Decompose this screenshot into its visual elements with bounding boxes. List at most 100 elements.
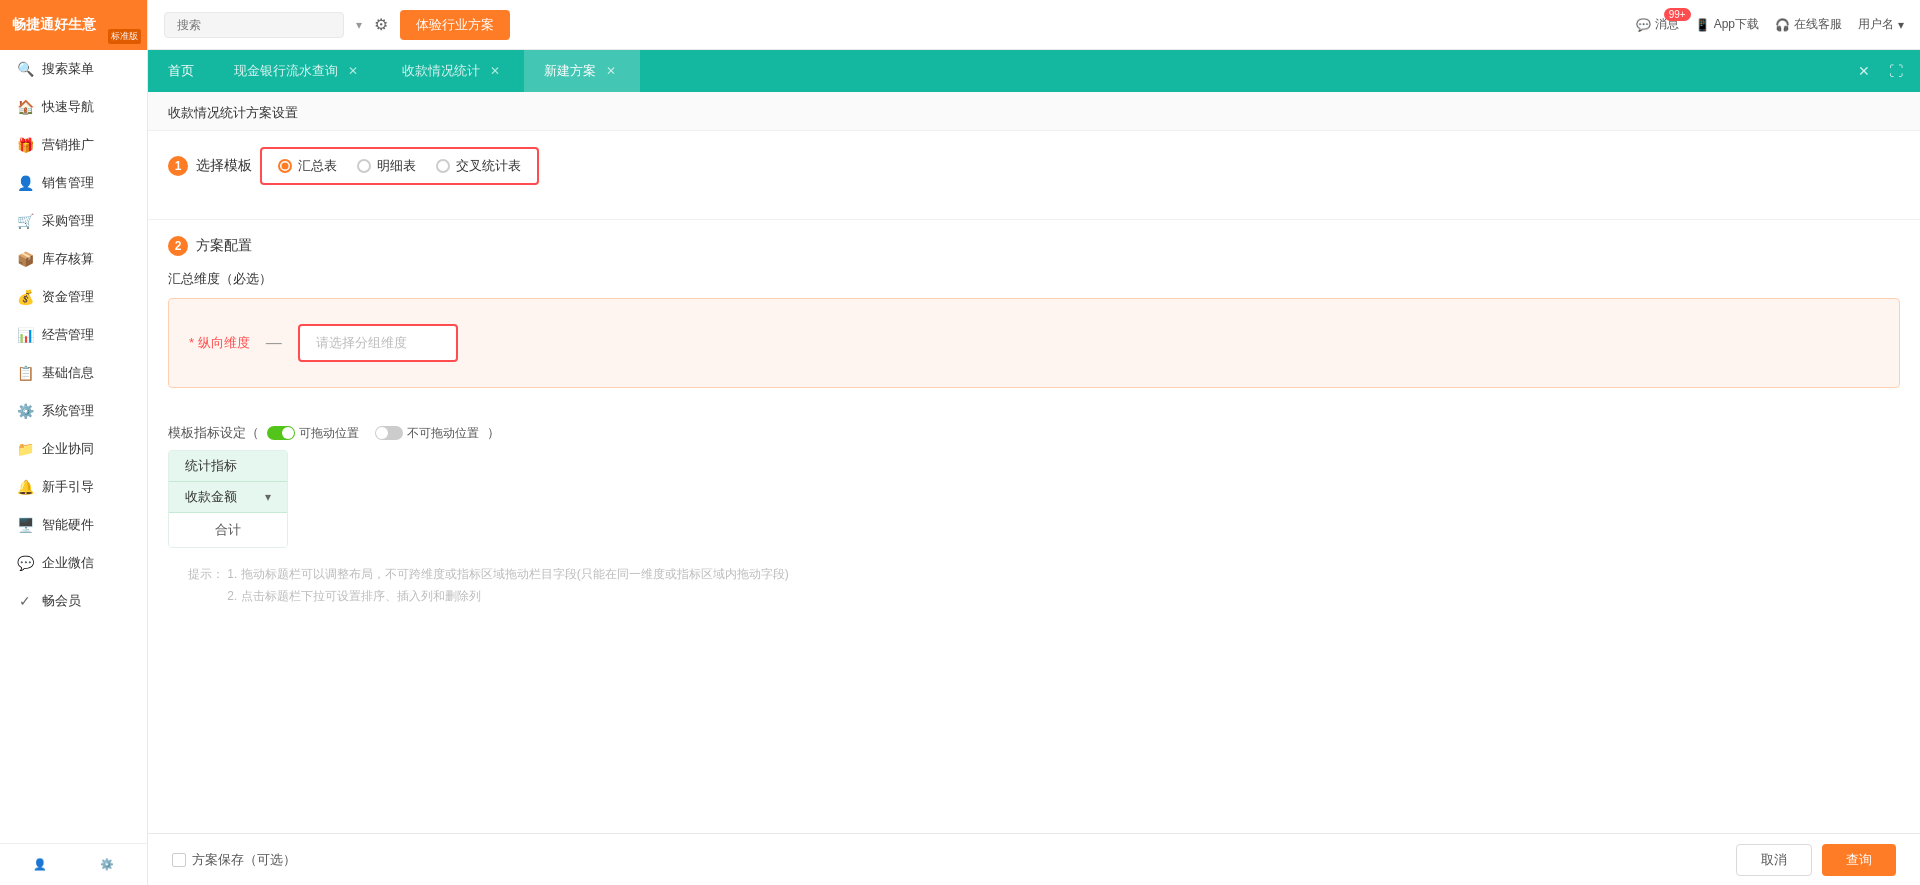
sales-icon: 👤 (16, 174, 34, 192)
sidebar-item-label: 智能硬件 (42, 516, 94, 534)
bottom-bar-right: 取消 查询 (1736, 844, 1896, 876)
metrics-item1-dropdown-icon[interactable]: ▾ (265, 490, 271, 504)
page-inner: 收款情况统计方案设置 1 选择模板 汇总表 明细表 (148, 92, 1920, 885)
save-checkbox[interactable] (172, 853, 186, 867)
sidebar-item-label: 搜索菜单 (42, 60, 94, 78)
hint-title: 提示： (188, 567, 224, 581)
radio-detail[interactable] (357, 159, 371, 173)
tab-collection-stats[interactable]: 收款情况统计 ✕ (382, 50, 524, 92)
drag-fixed-label: 不可拖动位置 (375, 425, 479, 442)
tab-collection-stats-close[interactable]: ✕ (486, 62, 504, 80)
topbar: ▾ ⚙ 体验行业方案 💬 消息 99+ 📱 App下载 🎧 在线客服 用户名 ▾ (148, 0, 1920, 50)
sidebar-item-label: 营销推广 (42, 136, 94, 154)
hint-line2: 提示： 2. 点击标题栏下拉可设置排序、插入列和删除列 (188, 586, 1880, 608)
step1-section: 1 选择模板 汇总表 明细表 交叉统计表 (148, 131, 1920, 215)
template-crosstab-label: 交叉统计表 (456, 157, 521, 175)
logo-badge: 标准版 (108, 29, 141, 44)
template-option-detail[interactable]: 明细表 (357, 157, 416, 175)
sidebar-item-purchase[interactable]: 🛒 采购管理 (0, 202, 147, 240)
topbar-message[interactable]: 💬 消息 99+ (1636, 16, 1679, 33)
save-option[interactable]: 方案保存（可选） (172, 851, 296, 869)
drag-movable-text: 可拖动位置 (299, 425, 359, 442)
dimension-arrow-icon: — (266, 334, 282, 352)
sidebar-footer-user-btn[interactable]: 👤 (8, 852, 72, 877)
quick-nav-icon: 🏠 (16, 98, 34, 116)
tabbar-expand-btn[interactable]: ⛶ (1884, 59, 1908, 83)
metrics-item1-label: 收款金额 (185, 488, 237, 506)
stats-table-item2: 合计 (169, 513, 287, 547)
tab-cash-flow[interactable]: 现金银行流水查询 ✕ (214, 50, 382, 92)
radio-crosstab[interactable] (436, 159, 450, 173)
sidebar-item-label: 库存核算 (42, 250, 94, 268)
page-header-title: 收款情况统计方案设置 (168, 105, 298, 120)
step2-badge: 2 (168, 236, 188, 256)
topbar-gear-icon[interactable]: ⚙ (374, 15, 388, 34)
sidebar-item-collab[interactable]: 📁 企业协同 (0, 430, 147, 468)
sidebar-item-newbie[interactable]: 🔔 新手引导 (0, 468, 147, 506)
sidebar-footer: 👤 ⚙️ (0, 843, 147, 885)
service-icon: 🎧 (1775, 18, 1790, 32)
tabbar-close-btn[interactable]: ✕ (1852, 59, 1876, 83)
sidebar-item-label: 新手引导 (42, 478, 94, 496)
template-option-crosstab[interactable]: 交叉统计表 (436, 157, 521, 175)
sidebar-item-hardware[interactable]: 🖥️ 智能硬件 (0, 506, 147, 544)
dimension-row: * 纵向维度 — 请选择分组维度 (189, 324, 458, 362)
template-detail-label: 明细表 (377, 157, 416, 175)
marketing-icon: 🎁 (16, 136, 34, 154)
sidebar-item-label: 经营管理 (42, 326, 94, 344)
tab-home[interactable]: 首页 (148, 50, 214, 92)
cancel-button[interactable]: 取消 (1736, 844, 1812, 876)
sidebar-item-marketing[interactable]: 🎁 营销推广 (0, 126, 147, 164)
dimension-select[interactable]: 请选择分组维度 (298, 324, 458, 362)
sidebar-item-label: 企业协同 (42, 440, 94, 458)
template-option-summary[interactable]: 汇总表 (278, 157, 337, 175)
sidebar-item-sales[interactable]: 👤 销售管理 (0, 164, 147, 202)
sidebar-item-wechat[interactable]: 💬 企业微信 (0, 544, 147, 582)
radio-summary[interactable] (278, 159, 292, 173)
sidebar: 畅捷通好生意 标准版 🔍 搜索菜单 🏠 快速导航 🎁 营销推广 👤 销售管理 🛒… (0, 0, 148, 885)
operation-icon: 📊 (16, 326, 34, 344)
hardware-icon: 🖥️ (16, 516, 34, 534)
drag-fixed-toggle[interactable] (375, 426, 403, 440)
stats-section-label: 统计指标 (185, 457, 237, 475)
sidebar-item-system[interactable]: ⚙️ 系统管理 (0, 392, 147, 430)
sidebar-item-label: 销售管理 (42, 174, 94, 192)
tab-new-plan-close[interactable]: ✕ (602, 62, 620, 80)
sidebar-item-label: 系统管理 (42, 402, 94, 420)
metrics-config-title: 模板指标设定（ 可拖动位置 不可拖动位置 ） (168, 424, 1900, 442)
sidebar-item-label: 畅会员 (42, 592, 81, 610)
tabbar-controls: ✕ ⛶ (1852, 59, 1920, 83)
dimension-title: 汇总维度（必选） (168, 270, 1900, 288)
topbar-right: 💬 消息 99+ 📱 App下载 🎧 在线客服 用户名 ▾ (1636, 16, 1904, 33)
topbar-arrow-icon[interactable]: ▾ (356, 18, 362, 32)
sidebar-item-base-info[interactable]: 📋 基础信息 (0, 354, 147, 392)
tab-new-plan[interactable]: 新建方案 ✕ (524, 50, 640, 92)
sidebar-item-quick-nav[interactable]: 🏠 快速导航 (0, 88, 147, 126)
sidebar-footer-settings-btn[interactable]: ⚙️ (76, 852, 140, 877)
page-header: 收款情况统计方案设置 (148, 92, 1920, 131)
industry-btn[interactable]: 体验行业方案 (400, 10, 510, 40)
purchase-icon: 🛒 (16, 212, 34, 230)
sidebar-item-member[interactable]: ✓ 畅会员 (0, 582, 147, 620)
tabbar: 首页 现金银行流水查询 ✕ 收款情况统计 ✕ 新建方案 ✕ ✕ ⛶ (148, 50, 1920, 92)
system-icon: ⚙️ (16, 402, 34, 420)
search-menu-icon: 🔍 (16, 60, 34, 78)
tab-cash-flow-close[interactable]: ✕ (344, 62, 362, 80)
query-button[interactable]: 查询 (1822, 844, 1896, 876)
topbar-username[interactable]: 用户名 ▾ (1858, 16, 1904, 33)
drag-movable-toggle[interactable] (267, 426, 295, 440)
base-info-icon: 📋 (16, 364, 34, 382)
sidebar-item-search-menu[interactable]: 🔍 搜索菜单 (0, 50, 147, 88)
stats-table: 统计指标 收款金额 ▾ 合计 (168, 450, 288, 548)
topbar-search-input[interactable] (164, 12, 344, 38)
sidebar-item-operation[interactable]: 📊 经营管理 (0, 316, 147, 354)
topbar-app-download[interactable]: 📱 App下载 (1695, 16, 1759, 33)
sidebar-item-inventory[interactable]: 📦 库存核算 (0, 240, 147, 278)
hint-text1: 1. 拖动标题栏可以调整布局，不可跨维度或指标区域拖动栏目字段(只能在同一维度或… (227, 567, 788, 581)
hint-line1: 提示： 1. 拖动标题栏可以调整布局，不可跨维度或指标区域拖动栏目字段(只能在同… (188, 564, 1880, 586)
topbar-online-service[interactable]: 🎧 在线客服 (1775, 16, 1842, 33)
sidebar-logo: 畅捷通好生意 标准版 (0, 0, 147, 50)
stats-table-item1-header[interactable]: 收款金额 ▾ (169, 482, 287, 513)
sidebar-item-capital[interactable]: 💰 资金管理 (0, 278, 147, 316)
metrics-area: 统计指标 收款金额 ▾ 合计 (168, 450, 1900, 548)
